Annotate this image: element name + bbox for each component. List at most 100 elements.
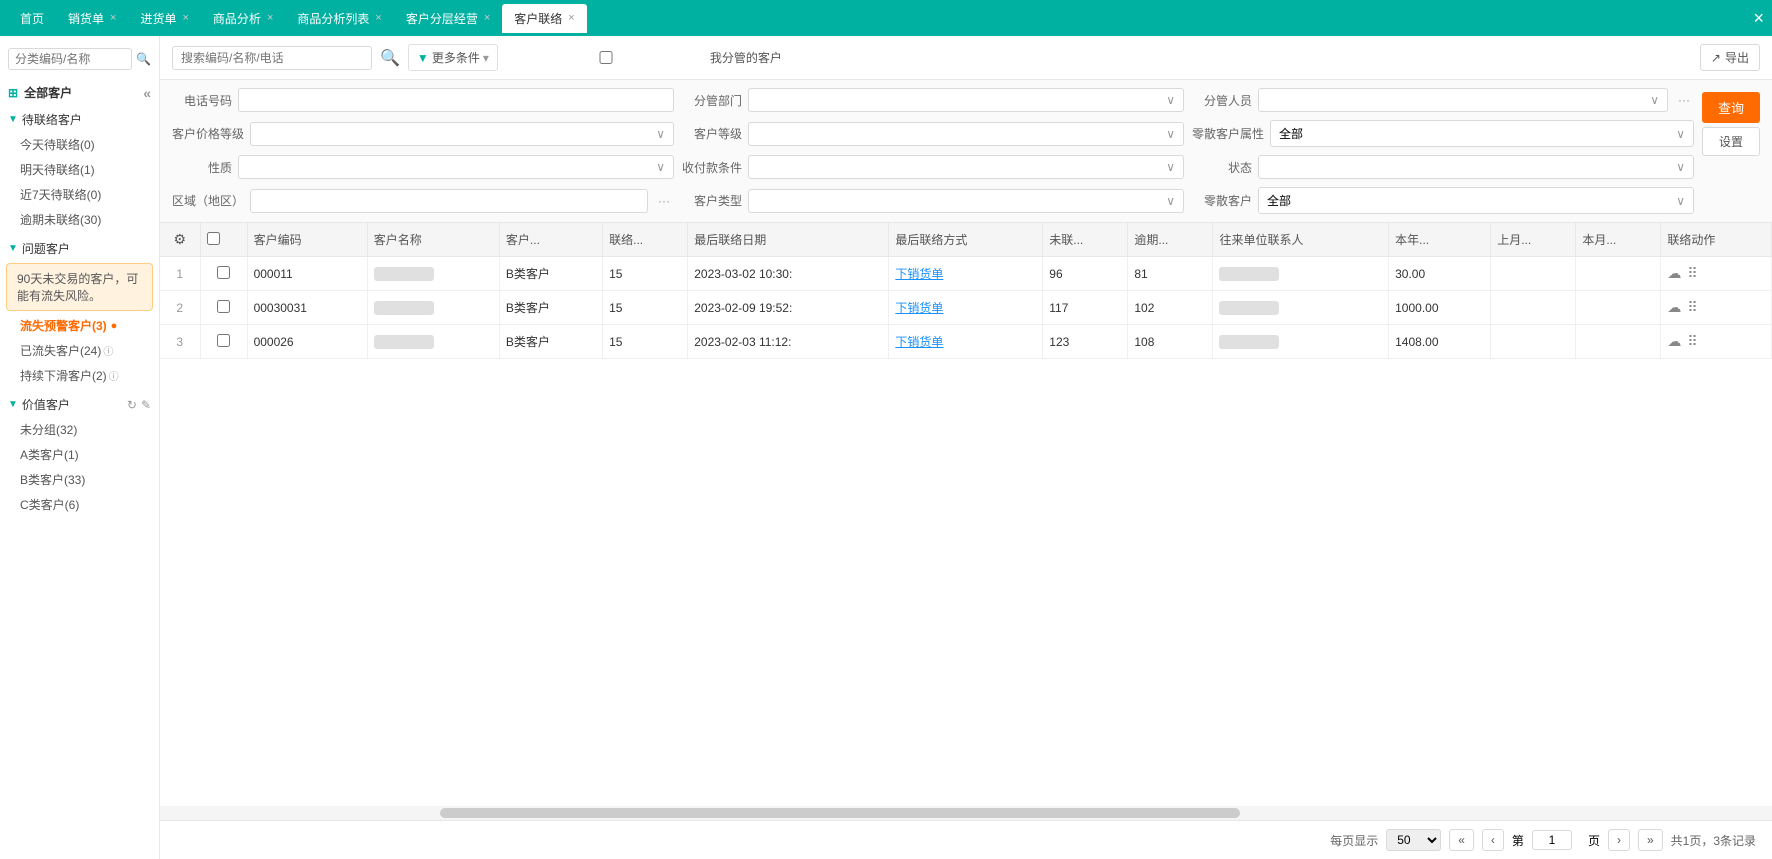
tab-sales[interactable]: 销货单 × [56, 4, 128, 33]
tab-product-list[interactable]: 商品分析列表 × [285, 4, 393, 33]
close-icon[interactable]: × [375, 12, 381, 24]
chevron-down-icon: ∨ [656, 160, 665, 174]
next-page-button[interactable]: › [1608, 829, 1630, 851]
action-icons: ☁ ⠿ [1667, 265, 1765, 282]
collapse-icon[interactable]: « [143, 85, 151, 101]
status-select[interactable]: ∨ [1258, 155, 1694, 179]
sidebar-group-value-title[interactable]: ▼ 价值客户 ↻ ✎ [0, 392, 159, 417]
link-last-method[interactable]: 下销货单 [895, 335, 943, 349]
customer-type-select[interactable]: ∨ [748, 189, 1184, 213]
tab-product-analysis[interactable]: 商品分析 × [201, 4, 285, 33]
phone-input[interactable] [238, 88, 674, 112]
close-all-button[interactable]: × [1753, 8, 1764, 29]
sidebar-item-class-a[interactable]: A类客户(1) [0, 442, 159, 467]
sidebar-group-pending-title[interactable]: ▼ 待联络客户 [0, 107, 159, 132]
query-button[interactable]: 查询 [1702, 92, 1760, 123]
grid-icon: ⊞ [8, 86, 18, 100]
sidebar-item-churned[interactable]: 已流失客户(24) ⓘ [0, 338, 159, 363]
last-page-button[interactable]: » [1638, 829, 1663, 851]
dots-icon[interactable]: ··· [654, 194, 674, 208]
row-checkbox[interactable] [200, 325, 247, 359]
th-unit-contact: 往来单位联系人 [1213, 223, 1389, 257]
retail-customer-select[interactable]: 全部 ∨ [1258, 187, 1694, 214]
export-button[interactable]: ↗ 导出 [1700, 44, 1760, 71]
tab-home[interactable]: 首页 [8, 4, 56, 33]
row-checkbox[interactable] [200, 291, 247, 325]
first-page-button[interactable]: « [1449, 829, 1474, 851]
person-select[interactable]: ∨ [1258, 88, 1668, 112]
sidebar-search-input[interactable] [8, 48, 132, 70]
tab-product-list-label: 商品分析列表 [297, 10, 369, 27]
contact-action-icon[interactable]: ☁ [1667, 333, 1681, 350]
chevron-down-icon: ∨ [1166, 93, 1175, 107]
sidebar-item-7days[interactable]: 近7天待联络(0) [0, 182, 159, 207]
group-pending-label: 待联络客户 [22, 111, 82, 128]
sidebar-item-overdue[interactable]: 逾期未联络(30) [0, 207, 159, 232]
link-last-method[interactable]: 下销货单 [895, 267, 943, 281]
more-filter-button[interactable]: ▼ 更多条件 ▾ [408, 44, 498, 71]
th-settings[interactable]: ⚙ [160, 223, 200, 257]
sidebar-item-ungroups[interactable]: 未分组(32) [0, 417, 159, 442]
close-icon[interactable]: × [182, 12, 188, 24]
edit-icon[interactable]: ✎ [141, 398, 151, 412]
table-header: ⚙ 客户编码 客户名称 客户... 联络... 最后联络日期 最后联络方式 未联… [160, 223, 1772, 257]
sidebar-item-declining[interactable]: 持续下滑客户(2) ⓘ [0, 363, 159, 388]
payment-select[interactable]: ∨ [748, 155, 1184, 179]
retail-attr-value: 全部 [1279, 125, 1303, 142]
my-customers-checkbox-label[interactable]: 我分管的客户 [506, 49, 782, 66]
row-code: 00030031 [247, 291, 367, 325]
scrollbar-thumb[interactable] [440, 808, 1240, 818]
sidebar-item-class-c[interactable]: C类客户(6) [0, 492, 159, 517]
my-customers-checkbox[interactable] [506, 51, 706, 64]
retail-attr-select[interactable]: 全部 ∨ [1270, 120, 1694, 147]
customer-level-select[interactable]: ∨ [748, 122, 1184, 146]
nature-select[interactable]: ∨ [238, 155, 674, 179]
chevron-down-icon: ∨ [1676, 160, 1685, 174]
tab-purchase[interactable]: 进货单 × [128, 4, 200, 33]
tab-customer-contact[interactable]: 客户联络 × [502, 4, 586, 33]
close-icon[interactable]: × [267, 12, 273, 24]
search-input[interactable] [172, 46, 372, 70]
sidebar-all-customers[interactable]: ⊞ 全部客户 « [0, 80, 159, 105]
page-input[interactable] [1532, 830, 1572, 850]
region-input[interactable] [250, 189, 648, 213]
close-icon[interactable]: × [568, 12, 574, 24]
row-last-date: 2023-03-02 10:30: [688, 257, 889, 291]
link-last-method[interactable]: 下销货单 [895, 301, 943, 315]
contact-action-icon[interactable]: ☁ [1667, 299, 1681, 316]
sidebar-item-tomorrow[interactable]: 明天待联络(1) [0, 157, 159, 182]
tab-customer-layer[interactable]: 客户分层经营 × [394, 4, 502, 33]
tab-home-label: 首页 [20, 10, 44, 27]
dots-icon[interactable]: ··· [1674, 93, 1694, 107]
refresh-icon[interactable]: ↻ [127, 398, 137, 412]
th-overdue: 逾期... [1128, 223, 1213, 257]
th-this-year: 本年... [1389, 223, 1491, 257]
price-level-select[interactable]: ∨ [250, 122, 674, 146]
select-all-checkbox[interactable] [207, 232, 220, 245]
table-row: 2 00030031 B类客户 15 2023-02-09 19:52: 下销货… [160, 291, 1772, 325]
sidebar-group-problem-title[interactable]: ▼ 问题客户 [0, 236, 159, 261]
export-label: 导出 [1725, 49, 1749, 66]
sidebar-item-today[interactable]: 今天待联络(0) [0, 132, 159, 157]
more-action-icon[interactable]: ⠿ [1687, 333, 1697, 350]
dept-select[interactable]: ∨ [748, 88, 1184, 112]
search-button[interactable]: 🔍 [380, 48, 400, 68]
row-checkbox[interactable] [200, 257, 247, 291]
sidebar-item-class-b[interactable]: B类客户(33) [0, 467, 159, 492]
settings-col-icon[interactable]: ⚙ [173, 231, 186, 247]
more-action-icon[interactable]: ⠿ [1687, 299, 1697, 316]
retail-customer-label: 零散客户 [1192, 192, 1252, 209]
settings-button[interactable]: 设置 [1702, 127, 1760, 156]
more-action-icon[interactable]: ⠿ [1687, 265, 1697, 282]
per-page-select[interactable]: 50 100 200 [1386, 829, 1441, 851]
close-icon[interactable]: × [484, 12, 490, 24]
close-icon[interactable]: × [110, 12, 116, 24]
search-icon[interactable]: 🔍 [136, 52, 151, 66]
horizontal-scrollbar[interactable] [160, 806, 1772, 820]
prev-page-button[interactable]: ‹ [1482, 829, 1504, 851]
sidebar-item-churn-warning[interactable]: 流失预警客户(3) ● [0, 313, 159, 338]
row-contact: 15 [603, 291, 688, 325]
filter-retail-customer: 零散客户 全部 ∨ [1192, 187, 1694, 214]
tab-sales-label: 销货单 [68, 10, 104, 27]
contact-action-icon[interactable]: ☁ [1667, 265, 1681, 282]
